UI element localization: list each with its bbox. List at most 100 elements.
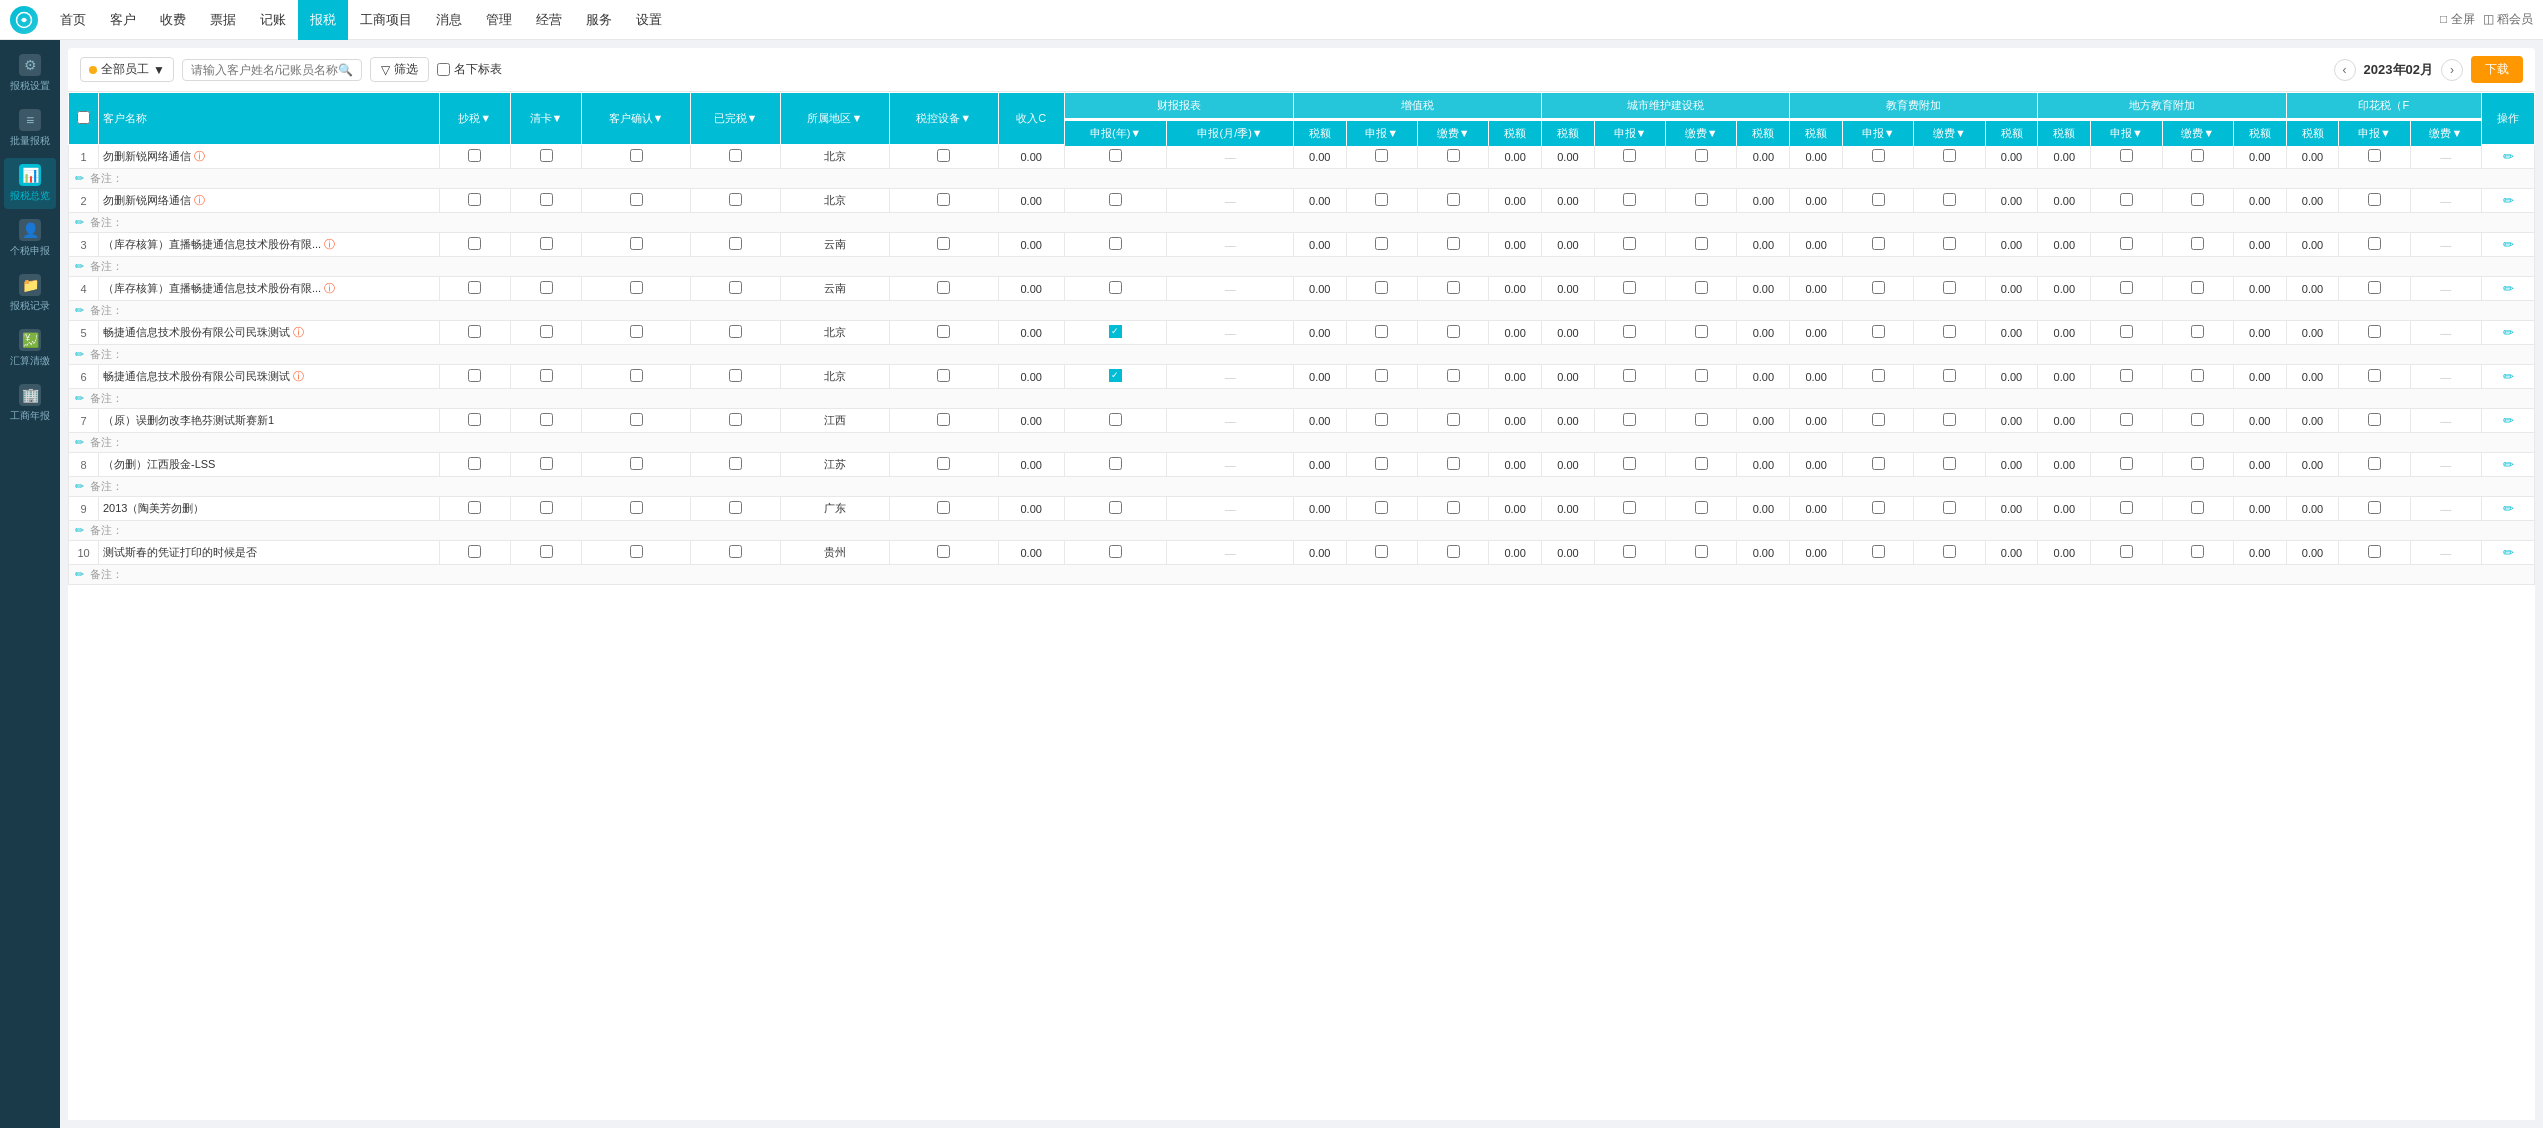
- edu-declare[interactable]: [1843, 145, 1914, 169]
- sidebar-item-tax-settings[interactable]: ⚙ 报税设置: [4, 48, 56, 99]
- print-declare[interactable]: [2339, 233, 2410, 257]
- zz-fees[interactable]: [1417, 453, 1488, 477]
- clear-card-cell[interactable]: [510, 321, 581, 345]
- tax-equip-cell[interactable]: [889, 409, 998, 433]
- tax-equip-cell[interactable]: [889, 189, 998, 213]
- actions-cell[interactable]: ✏: [2482, 541, 2535, 565]
- sidebar-item-tax-overview[interactable]: 📊 报税总览: [4, 158, 56, 209]
- zz-declare[interactable]: [1346, 233, 1417, 257]
- edu-declare[interactable]: [1843, 453, 1914, 477]
- print-declare[interactable]: [2339, 409, 2410, 433]
- employee-select[interactable]: 全部员工 ▼: [80, 57, 174, 82]
- edit-icon[interactable]: ✏: [2503, 325, 2514, 340]
- tax-paid-cell[interactable]: [690, 321, 780, 345]
- finbao-year[interactable]: [1064, 541, 1167, 565]
- copy-tax-cell[interactable]: [439, 365, 510, 389]
- actions-cell[interactable]: ✏: [2482, 453, 2535, 477]
- zz-fees[interactable]: [1417, 541, 1488, 565]
- client-confirm-cell[interactable]: [582, 365, 691, 389]
- edu-declare[interactable]: [1843, 541, 1914, 565]
- print-declare[interactable]: [2339, 541, 2410, 565]
- local-declare[interactable]: [2091, 409, 2162, 433]
- city-declare[interactable]: [1594, 321, 1665, 345]
- edu-declare[interactable]: [1843, 365, 1914, 389]
- client-confirm-cell[interactable]: [582, 409, 691, 433]
- tax-equip-cell[interactable]: [889, 145, 998, 169]
- clear-card-cell[interactable]: [510, 233, 581, 257]
- nav-home[interactable]: 首页: [48, 0, 98, 40]
- city-fees[interactable]: [1666, 365, 1737, 389]
- print-declare[interactable]: [2339, 497, 2410, 521]
- clear-card-cell[interactable]: [510, 365, 581, 389]
- tax-equip-cell[interactable]: [889, 541, 998, 565]
- edu-declare[interactable]: [1843, 321, 1914, 345]
- finbao-year[interactable]: [1064, 365, 1167, 389]
- clear-card-cell[interactable]: [510, 145, 581, 169]
- local-fees[interactable]: [2162, 365, 2233, 389]
- client-confirm-cell[interactable]: [582, 497, 691, 521]
- zz-fees[interactable]: [1417, 321, 1488, 345]
- nav-accounting[interactable]: 记账: [248, 0, 298, 40]
- city-fees[interactable]: [1666, 409, 1737, 433]
- local-declare[interactable]: [2091, 145, 2162, 169]
- finbao-year[interactable]: [1064, 497, 1167, 521]
- copy-tax-cell[interactable]: [439, 541, 510, 565]
- clear-card-cell[interactable]: [510, 409, 581, 433]
- finbao-year[interactable]: [1064, 145, 1167, 169]
- actions-cell[interactable]: ✏: [2482, 409, 2535, 433]
- finbao-year[interactable]: [1064, 233, 1167, 257]
- nav-tax[interactable]: 报税: [298, 0, 348, 40]
- zz-fees[interactable]: [1417, 145, 1488, 169]
- clear-card-cell[interactable]: [510, 541, 581, 565]
- nav-services[interactable]: 服务: [574, 0, 624, 40]
- sidebar-item-personal-tax[interactable]: 👤 个税申报: [4, 213, 56, 264]
- local-declare[interactable]: [2091, 233, 2162, 257]
- local-fees[interactable]: [2162, 145, 2233, 169]
- zz-fees[interactable]: [1417, 189, 1488, 213]
- local-fees[interactable]: [2162, 497, 2233, 521]
- sidebar-item-batch-tax[interactable]: ≡ 批量报税: [4, 103, 56, 154]
- name-checkbox[interactable]: [437, 63, 450, 76]
- client-confirm-cell[interactable]: [582, 277, 691, 301]
- copy-tax-cell[interactable]: [439, 189, 510, 213]
- actions-cell[interactable]: ✏: [2482, 277, 2535, 301]
- tax-equip-cell[interactable]: [889, 277, 998, 301]
- edu-fees[interactable]: [1914, 541, 1985, 565]
- local-fees[interactable]: [2162, 453, 2233, 477]
- copy-tax-cell[interactable]: [439, 233, 510, 257]
- zz-fees[interactable]: [1417, 277, 1488, 301]
- nav-settings[interactable]: 设置: [624, 0, 674, 40]
- client-confirm-cell[interactable]: [582, 541, 691, 565]
- tax-paid-cell[interactable]: [690, 453, 780, 477]
- city-fees[interactable]: [1666, 321, 1737, 345]
- nav-management[interactable]: 管理: [474, 0, 524, 40]
- edit-icon[interactable]: ✏: [2503, 237, 2514, 252]
- zz-fees[interactable]: [1417, 233, 1488, 257]
- actions-cell[interactable]: ✏: [2482, 365, 2535, 389]
- copy-tax-cell[interactable]: [439, 145, 510, 169]
- zz-fees[interactable]: [1417, 365, 1488, 389]
- nav-client[interactable]: 客户: [98, 0, 148, 40]
- nav-fees[interactable]: 收费: [148, 0, 198, 40]
- print-declare[interactable]: [2339, 145, 2410, 169]
- edu-fees[interactable]: [1914, 365, 1985, 389]
- sidebar-item-annual-report[interactable]: 🏢 工商年报: [4, 378, 56, 429]
- edit-icon[interactable]: ✏: [2503, 501, 2514, 516]
- city-fees[interactable]: [1666, 233, 1737, 257]
- finbao-year[interactable]: [1064, 321, 1167, 345]
- client-confirm-cell[interactable]: [582, 233, 691, 257]
- edit-icon[interactable]: ✏: [2503, 149, 2514, 164]
- city-fees[interactable]: [1666, 497, 1737, 521]
- edu-fees[interactable]: [1914, 409, 1985, 433]
- zz-declare[interactable]: [1346, 453, 1417, 477]
- zz-declare[interactable]: [1346, 541, 1417, 565]
- city-declare[interactable]: [1594, 145, 1665, 169]
- edit-icon[interactable]: ✏: [2503, 369, 2514, 384]
- local-fees[interactable]: [2162, 541, 2233, 565]
- nav-business[interactable]: 工商项目: [348, 0, 424, 40]
- clear-card-cell[interactable]: [510, 189, 581, 213]
- edu-fees[interactable]: [1914, 321, 1985, 345]
- tax-paid-cell[interactable]: [690, 541, 780, 565]
- tax-paid-cell[interactable]: [690, 145, 780, 169]
- zz-declare[interactable]: [1346, 365, 1417, 389]
